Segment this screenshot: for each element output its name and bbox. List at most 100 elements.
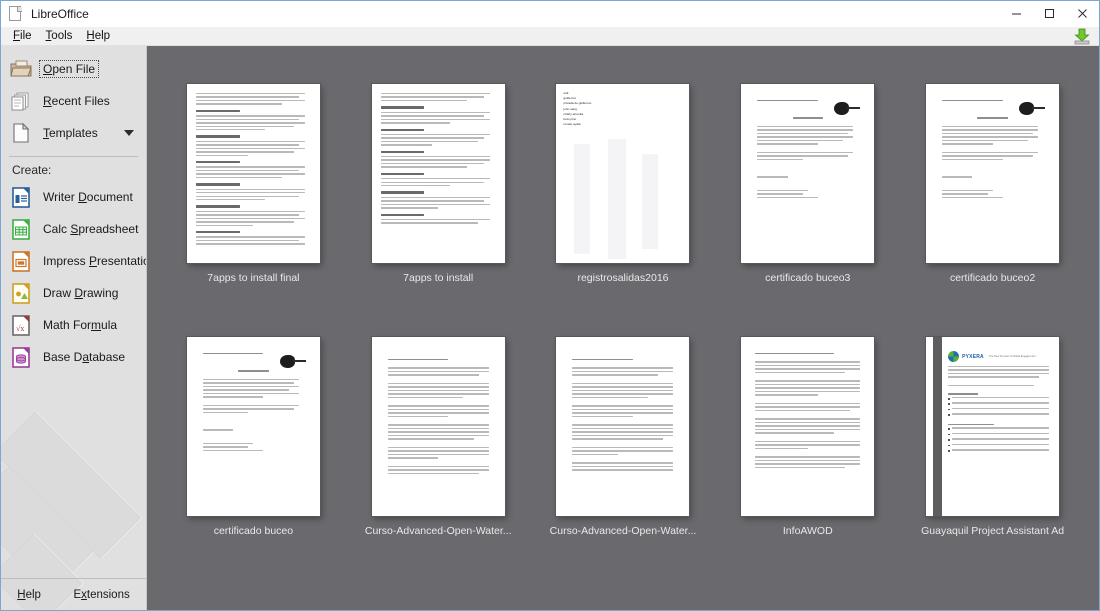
impress-pre: Impress bbox=[43, 254, 89, 268]
download-update-icon[interactable] bbox=[1073, 28, 1091, 45]
document-thumbnail[interactable]: erik guillermo privada de guillermo john… bbox=[556, 84, 689, 263]
list-item: renato ayala bbox=[563, 122, 680, 127]
sidebar-item-open-file[interactable]: Open File bbox=[1, 53, 146, 85]
window-title: LibreOffice bbox=[31, 7, 89, 21]
menu-file[interactable]: File bbox=[6, 28, 39, 45]
menu-help[interactable]: Help bbox=[79, 28, 117, 45]
writer-pre: Writer bbox=[43, 190, 78, 204]
sidebar-item-impress-presentation[interactable]: Impress Presentation bbox=[1, 245, 146, 277]
extensions-pre: E bbox=[73, 589, 81, 601]
list-item[interactable]: certificado buceo bbox=[161, 337, 346, 537]
draw-post: rawing bbox=[83, 286, 118, 300]
sidebar-item-calc-spreadsheet[interactable]: Calc Spreadsheet bbox=[1, 213, 146, 245]
seal-stamp-icon bbox=[834, 102, 860, 115]
list-item[interactable]: 7apps to install final bbox=[161, 84, 346, 284]
math-accel: m bbox=[91, 318, 101, 332]
document-icon bbox=[9, 6, 23, 22]
bullet-list bbox=[948, 397, 1049, 417]
recent-files-icon bbox=[10, 90, 32, 112]
document-name: certificado buceo3 bbox=[765, 272, 850, 284]
spreadsheet-rows: erik guillermo privada de guillermo john… bbox=[563, 91, 680, 127]
document-name: 7apps to install bbox=[403, 272, 473, 284]
sidebar-item-base-database[interactable]: Base Database bbox=[1, 341, 146, 373]
document-thumbnail[interactable] bbox=[741, 337, 874, 516]
libreoffice-start-center: LibreOffice File Tools Help bbox=[0, 0, 1100, 611]
sidebar-divider bbox=[9, 156, 138, 157]
sidebar-item-recent-files[interactable]: Recent Files bbox=[1, 85, 146, 117]
recent-documents-area: 7apps to install final bbox=[147, 46, 1099, 610]
document-name: Curso-Advanced-Open-Water... bbox=[365, 525, 512, 537]
math-pre: Math For bbox=[43, 318, 91, 332]
sidebar-actions: Open File bbox=[1, 46, 146, 149]
writer-post: ocument bbox=[87, 190, 133, 204]
sidebar-item-impress-presentation-label: Impress Presentation bbox=[43, 254, 147, 268]
calc-pre: Calc bbox=[43, 222, 70, 236]
recent-files-rest: ecent Files bbox=[52, 94, 110, 108]
maximize-button[interactable] bbox=[1033, 1, 1066, 27]
recent-files-accel: R bbox=[43, 94, 52, 108]
document-thumbnail[interactable] bbox=[187, 337, 320, 516]
document-thumbnail[interactable] bbox=[372, 337, 505, 516]
sidebar-footer: Help Extensions bbox=[1, 578, 146, 610]
list-item[interactable]: Curso-Advanced-Open-Water... bbox=[346, 337, 531, 537]
document-thumbnail[interactable] bbox=[926, 84, 1059, 263]
draw-pre: Draw bbox=[43, 286, 74, 300]
document-thumbnail[interactable]: PYXERA The New Frontier of Global Engage… bbox=[926, 337, 1059, 516]
menu-bar: File Tools Help bbox=[1, 27, 1099, 46]
templates-rest: emplates bbox=[49, 126, 98, 140]
help-accel: H bbox=[17, 589, 25, 601]
menu-help-accel: H bbox=[86, 30, 94, 42]
base-post: tabase bbox=[89, 350, 125, 364]
brand-header: PYXERA The New Frontier of Global Engage… bbox=[948, 351, 1049, 362]
sidebar-item-draw-drawing[interactable]: Draw Drawing bbox=[1, 277, 146, 309]
chevron-down-icon[interactable] bbox=[124, 124, 134, 142]
document-name: 7apps to install final bbox=[207, 272, 299, 284]
thumbnail-preview bbox=[187, 84, 320, 263]
thumbnail-grid: 7apps to install final bbox=[147, 64, 1099, 537]
menu-tools[interactable]: Tools bbox=[39, 28, 80, 45]
brand-name: PYXERA bbox=[962, 354, 984, 360]
list-item[interactable]: Curso-Advanced-Open-Water... bbox=[531, 337, 716, 537]
sidebar-item-draw-drawing-label: Draw Drawing bbox=[43, 286, 118, 300]
sidebar-item-calc-spreadsheet-label: Calc Spreadsheet bbox=[43, 222, 138, 236]
list-item[interactable]: 7apps to install bbox=[346, 84, 531, 284]
document-thumbnail[interactable] bbox=[372, 84, 505, 263]
extensions-button[interactable]: Extensions bbox=[61, 586, 141, 604]
draw-accel: D bbox=[74, 286, 83, 300]
list-item[interactable]: InfoAWOD bbox=[715, 337, 900, 537]
impress-icon bbox=[10, 250, 32, 272]
list-item[interactable]: certificado buceo2 bbox=[900, 84, 1085, 284]
list-item[interactable]: certificado buceo3 bbox=[715, 84, 900, 284]
document-thumbnail[interactable] bbox=[187, 84, 320, 263]
draw-icon bbox=[10, 282, 32, 304]
pyxera-logo-icon bbox=[948, 351, 959, 362]
document-name: registrosalidas2016 bbox=[577, 272, 668, 284]
sidebar: Open File bbox=[1, 46, 147, 610]
main-body: Open File bbox=[1, 46, 1099, 610]
sidebar-item-writer-document[interactable]: Writer Document bbox=[1, 181, 146, 213]
minimize-button[interactable] bbox=[1000, 1, 1033, 27]
open-file-accel: O bbox=[43, 62, 52, 76]
document-thumbnail[interactable] bbox=[556, 337, 689, 516]
thumbnail-preview bbox=[556, 337, 689, 516]
document-thumbnail[interactable] bbox=[741, 84, 874, 263]
templates-icon bbox=[10, 122, 32, 144]
sidebar-item-math-formula-label: Math Formula bbox=[43, 318, 117, 332]
writer-icon bbox=[10, 186, 32, 208]
sidebar-item-math-formula[interactable]: √x Math Formula bbox=[1, 309, 146, 341]
impress-post: resentation bbox=[97, 254, 147, 268]
list-item[interactable]: erik guillermo privada de guillermo john… bbox=[531, 84, 716, 284]
list-item[interactable]: PYXERA The New Frontier of Global Engage… bbox=[900, 337, 1085, 537]
close-button[interactable] bbox=[1066, 1, 1099, 27]
seal-stamp-icon bbox=[1019, 102, 1045, 115]
calc-post: preadsheet bbox=[78, 222, 138, 236]
libreoffice-watermark bbox=[1, 361, 147, 610]
menu-file-label: F bbox=[13, 30, 20, 42]
document-name: Curso-Advanced-Open-Water... bbox=[550, 525, 697, 537]
sidebar-item-templates[interactable]: Templates bbox=[1, 117, 146, 149]
math-post: ula bbox=[101, 318, 117, 332]
create-label: Create: bbox=[1, 163, 146, 177]
help-button[interactable]: Help bbox=[5, 586, 53, 604]
document-name: certificado buceo2 bbox=[950, 272, 1035, 284]
menu-help-rest: elp bbox=[95, 30, 110, 42]
